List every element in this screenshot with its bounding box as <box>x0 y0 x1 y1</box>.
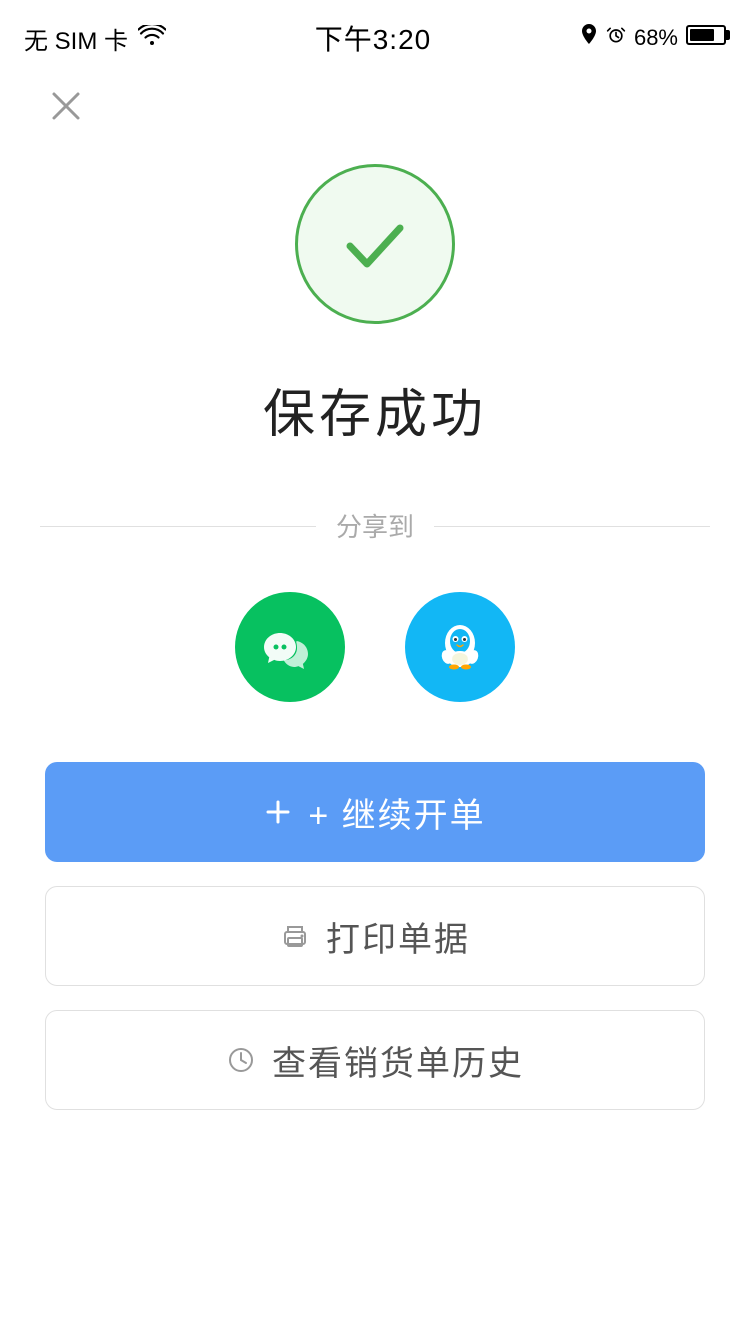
status-right: 68% <box>580 24 726 52</box>
status-bar: 无 SIM 卡 下午3:20 68% <box>0 0 750 64</box>
success-title: 保存成功 <box>263 372 487 447</box>
print-icon <box>280 921 310 951</box>
success-icon-circle <box>295 164 455 324</box>
status-left: 无 SIM 卡 <box>24 21 166 56</box>
wechat-share-button[interactable] <box>235 592 345 702</box>
battery-percent: 68% <box>634 25 678 51</box>
share-divider: 分享到 <box>0 507 750 544</box>
main-content: 保存成功 分享到 <box>0 64 750 1110</box>
continue-order-button[interactable]: + 继续开单 <box>45 762 705 862</box>
history-label: 查看销货单历史 <box>272 1036 524 1085</box>
history-button[interactable]: 查看销货单历史 <box>45 1010 705 1110</box>
qq-share-button[interactable] <box>405 592 515 702</box>
close-button[interactable] <box>40 80 92 132</box>
continue-order-label: + 继续开单 <box>308 788 485 837</box>
alarm-icon <box>606 24 626 52</box>
continue-icon <box>264 798 292 826</box>
action-buttons: + 继续开单 打印单据 查看销货单历史 <box>45 762 705 1110</box>
share-icons <box>0 592 750 702</box>
share-label: 分享到 <box>316 507 434 544</box>
location-icon <box>580 24 598 52</box>
share-section: 分享到 <box>0 507 750 702</box>
history-icon <box>226 1045 256 1075</box>
carrier-text: 无 SIM 卡 <box>24 21 128 56</box>
wifi-icon <box>138 24 166 52</box>
print-label: 打印单据 <box>326 912 470 961</box>
battery-icon <box>686 25 726 51</box>
print-button[interactable]: 打印单据 <box>45 886 705 986</box>
status-time: 下午3:20 <box>315 18 432 58</box>
